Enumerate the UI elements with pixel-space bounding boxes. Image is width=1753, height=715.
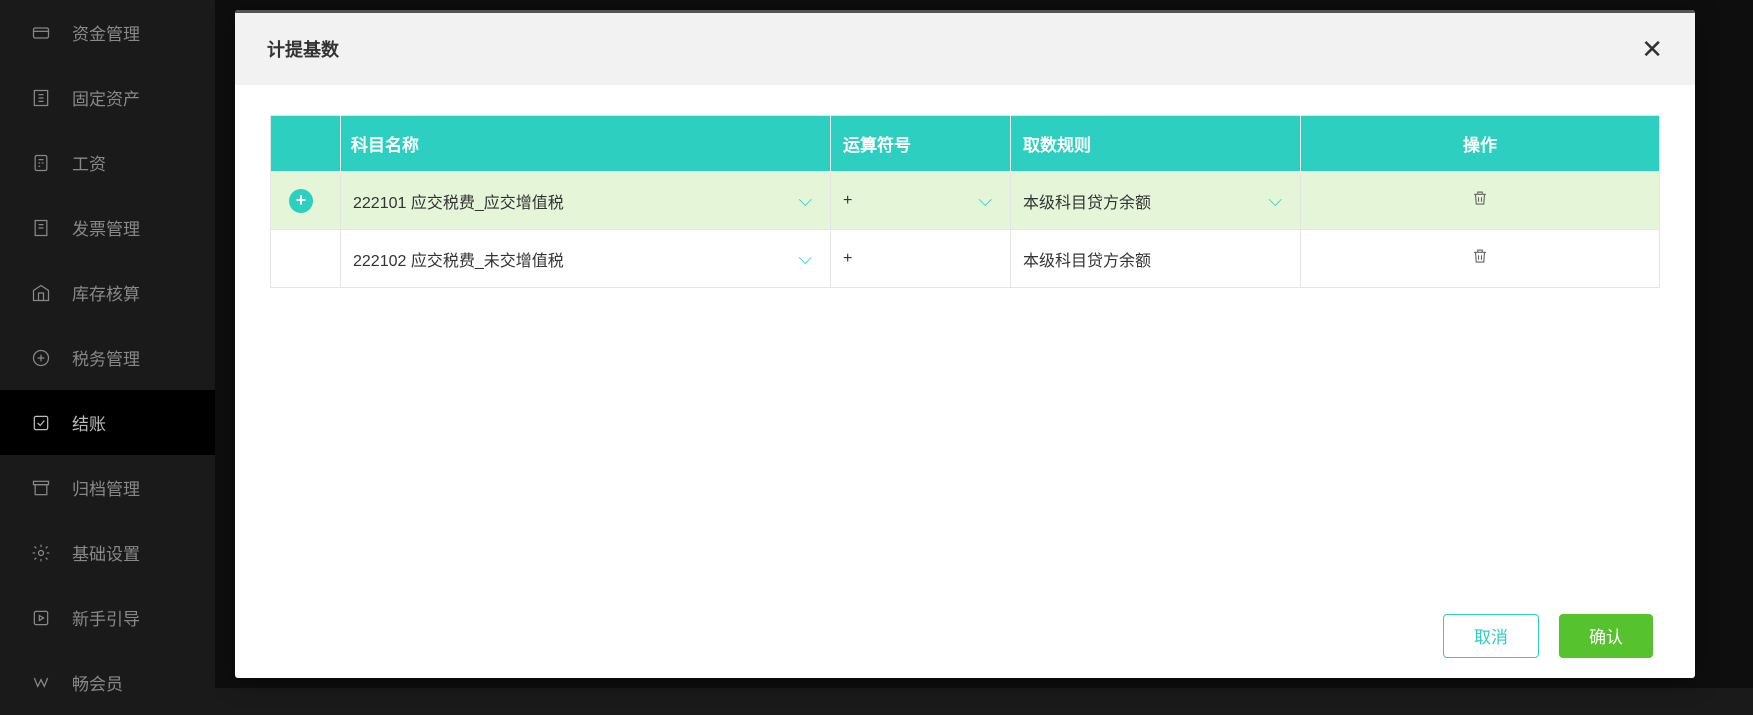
sidebar-label: 归档管理 xyxy=(72,475,140,500)
modal-title: 计提基数 xyxy=(267,36,339,62)
vip-icon xyxy=(30,672,52,694)
chevron-down-icon[interactable]: ⌵ xyxy=(1268,190,1288,211)
receipt-icon xyxy=(30,217,52,239)
sidebar-label: 资金管理 xyxy=(72,20,140,45)
cell-rule[interactable]: 本级科目贷方余额 ⌵ xyxy=(1011,230,1301,288)
cell-action xyxy=(1301,172,1660,230)
tax-icon xyxy=(30,347,52,369)
sidebar-label: 固定资产 xyxy=(72,85,140,110)
sidebar-item-inventory[interactable]: 库存核算 xyxy=(0,260,215,325)
modal-dialog: 计提基数 ✕ 科目名称 运算符号 取数规则 操作 + xyxy=(235,10,1695,678)
col-action: 操作 xyxy=(1301,116,1660,172)
sidebar-item-vip[interactable]: 畅会员 xyxy=(0,650,215,715)
sidebar-item-closing[interactable]: 结账 xyxy=(0,390,215,455)
table-header-row: 科目名称 运算符号 取数规则 操作 xyxy=(271,116,1660,172)
cell-subject[interactable]: 222101 应交税费_应交增值税 ⌵ xyxy=(341,172,831,230)
close-button[interactable]: ✕ xyxy=(1641,36,1663,62)
gear-icon xyxy=(30,542,52,564)
operator-value: + xyxy=(843,250,852,268)
chevron-down-icon[interactable]: ⌵ xyxy=(978,190,998,211)
sidebar-item-guide[interactable]: 新手引导 xyxy=(0,585,215,650)
sidebar-item-assets[interactable]: 固定资产 xyxy=(0,65,215,130)
building-icon xyxy=(30,87,52,109)
sidebar-label: 库存核算 xyxy=(72,280,140,305)
guide-icon xyxy=(30,607,52,629)
sidebar-item-invoice[interactable]: 发票管理 xyxy=(0,195,215,260)
sidebar-label: 畅会员 xyxy=(72,670,123,695)
col-rule: 取数规则 xyxy=(1011,116,1301,172)
stock-icon xyxy=(30,282,52,304)
sidebar-label: 结账 xyxy=(72,410,106,435)
close-book-icon xyxy=(30,412,52,434)
cell-subject[interactable]: 222102 应交税费_未交增值税 ⌵ xyxy=(341,230,831,288)
confirm-button[interactable]: 确认 xyxy=(1559,614,1653,658)
delete-row-button[interactable] xyxy=(1471,189,1489,207)
sidebar-label: 基础设置 xyxy=(72,540,140,565)
table-row: 222102 应交税费_未交增值税 ⌵ + ⌵ 本级科目贷方余额 xyxy=(271,230,1660,288)
мод-rule-value: 本级科目贷方余额 xyxy=(1023,247,1151,271)
sidebar-item-settings[interactable]: 基础设置 xyxy=(0,520,215,585)
chevron-down-icon[interactable]: ⌵ xyxy=(798,190,818,211)
chevron-down-icon[interactable]: ⌵ xyxy=(798,248,818,269)
table-row: + 222101 应交税费_应交增值税 ⌵ + ⌵ xyxy=(271,172,1660,230)
sidebar-label: 发票管理 xyxy=(72,215,140,240)
col-operator: 运算符号 xyxy=(831,116,1011,172)
subject-value: 222101 应交税费_应交增值税 xyxy=(353,189,564,213)
cell-add: + xyxy=(271,172,341,230)
sidebar-item-funds[interactable]: 资金管理 xyxy=(0,0,215,65)
rule-value: 本级科目贷方余额 xyxy=(1023,189,1151,213)
modal-header: 计提基数 ✕ xyxy=(235,10,1695,85)
col-add xyxy=(271,116,341,172)
modal-body: 科目名称 运算符号 取数规则 操作 + 222101 应交税费_应交增值税 ⌵ xyxy=(235,85,1695,593)
sidebar-item-archive[interactable]: 归档管理 xyxy=(0,455,215,520)
col-subject: 科目名称 xyxy=(341,116,831,172)
accrual-table: 科目名称 运算符号 取数规则 操作 + 222101 应交税费_应交增值税 ⌵ xyxy=(270,115,1660,288)
sidebar-label: 工资 xyxy=(72,150,106,175)
sidebar-label: 税务管理 xyxy=(72,345,140,370)
cell-add xyxy=(271,230,341,288)
delete-row-button[interactable] xyxy=(1471,247,1489,265)
trash-icon xyxy=(1471,189,1489,207)
sidebar-label: 新手引导 xyxy=(72,605,140,630)
add-row-button[interactable]: + xyxy=(289,189,313,213)
cell-operator[interactable]: + ⌵ xyxy=(831,230,1011,288)
sidebar: 资金管理 固定资产 工资 发票管理 库存核算 税务管理 结账 归档管理 基础设置… xyxy=(0,0,215,688)
subject-value: 222102 应交税费_未交增值税 xyxy=(353,247,564,271)
operator-value: + xyxy=(843,192,852,210)
close-icon: ✕ xyxy=(1641,34,1663,64)
cancel-button[interactable]: 取消 xyxy=(1443,614,1539,658)
trash-icon xyxy=(1471,247,1489,265)
table-body: + 222101 应交税费_应交增值税 ⌵ + ⌵ xyxy=(271,172,1660,288)
calc-icon xyxy=(30,152,52,174)
modal-footer: 取消 确认 xyxy=(235,593,1695,678)
cell-operator[interactable]: + ⌵ xyxy=(831,172,1011,230)
archive-icon xyxy=(30,477,52,499)
money-icon xyxy=(30,22,52,44)
cell-action xyxy=(1301,230,1660,288)
cell-rule[interactable]: 本级科目贷方余额 ⌵ xyxy=(1011,172,1301,230)
sidebar-item-salary[interactable]: 工资 xyxy=(0,130,215,195)
sidebar-item-tax[interactable]: 税务管理 xyxy=(0,325,215,390)
